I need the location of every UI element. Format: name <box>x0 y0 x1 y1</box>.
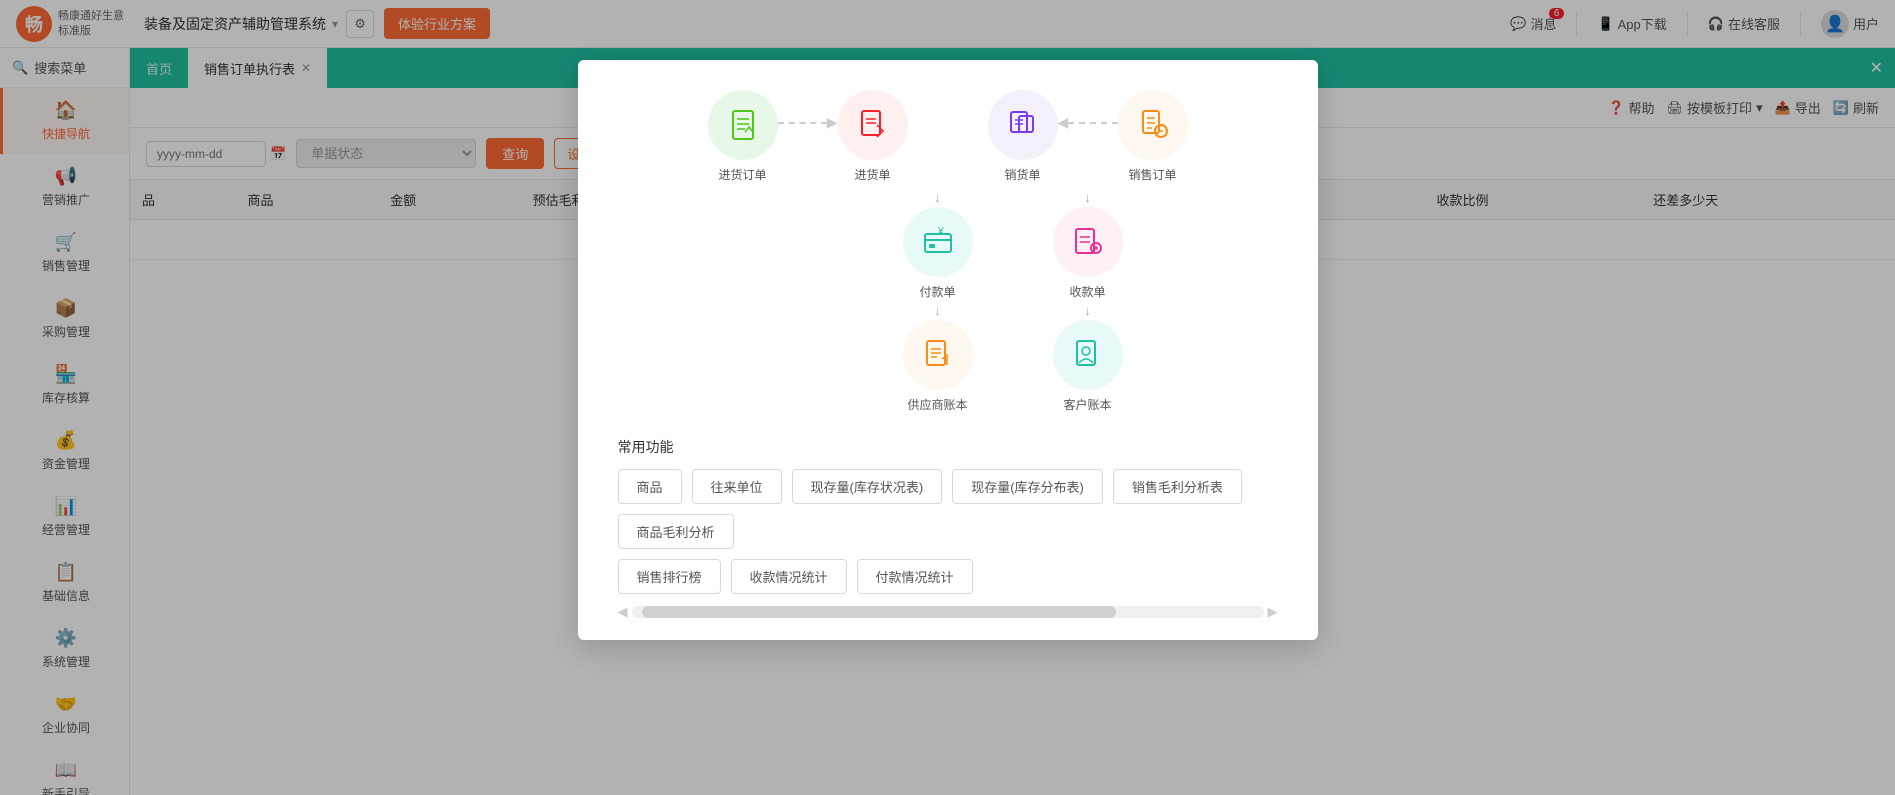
flow-node-customer-ledger[interactable]: 客户账本 <box>1053 320 1123 413</box>
common-btns-row2: 销售排行榜 收款情况统计 付款情况统计 <box>618 559 1278 594</box>
sale-order-circle <box>1118 90 1188 160</box>
purchase-order-label: 进货订单 <box>718 166 766 183</box>
scroll-left-icon[interactable]: ◀ <box>618 604 628 620</box>
payment-label: 付款单 <box>919 283 955 300</box>
btn-product[interactable]: 商品 <box>618 469 682 504</box>
flow-node-purchase-order[interactable]: 进货订单 <box>708 90 778 183</box>
modal-scrollbar-area: ◀ ▶ <box>618 604 1278 620</box>
flow-node-supplier-ledger[interactable]: 供应商账本 <box>903 320 973 413</box>
modal-dialog: 进货订单 ▶ 进货单 <box>578 60 1318 640</box>
purchase-order-circle <box>708 90 778 160</box>
purchase-bill-label: 进货单 <box>854 166 890 183</box>
flow-node-receipt[interactable]: 收款单 <box>1053 207 1123 300</box>
arrow-down-payment: ↓ <box>934 187 941 207</box>
arrow-sale-order-to-bill: ◀ <box>1058 114 1118 131</box>
receipt-circle <box>1053 207 1123 277</box>
sale-bill-circle <box>988 90 1058 160</box>
modal-overlay[interactable]: 进货订单 ▶ 进货单 <box>0 0 1895 795</box>
customer-ledger-label: 客户账本 <box>1063 396 1111 413</box>
flow-diagram: 进货订单 ▶ 进货单 <box>618 90 1278 413</box>
btn-sales-profit[interactable]: 销售毛利分析表 <box>1113 469 1242 504</box>
flow-node-sale-bill[interactable]: 销货单 <box>988 90 1058 183</box>
sale-bill-label: 销货单 <box>1004 166 1040 183</box>
flow-node-purchase-bill[interactable]: 进货单 <box>838 90 908 183</box>
modal-scrollbar[interactable] <box>632 606 1264 618</box>
receipt-label: 收款单 <box>1069 283 1105 300</box>
btn-inventory-status[interactable]: 现存量(库存状况表) <box>792 469 943 504</box>
payment-circle: ¥ <box>903 207 973 277</box>
spacer1 <box>773 187 843 413</box>
arrow-purchase-to-bill: ▶ <box>778 114 838 131</box>
purchase-bill-circle <box>838 90 908 160</box>
arrow-down-receipt: ↓ <box>1084 187 1091 207</box>
common-functions-section: 常用功能 商品 往来单位 现存量(库存状况表) 现存量(库存分布表) 销售毛利分… <box>618 437 1278 594</box>
scroll-right-icon[interactable]: ▶ <box>1268 604 1278 620</box>
btn-receipt-stats[interactable]: 收款情况统计 <box>731 559 847 594</box>
btn-product-profit[interactable]: 商品毛利分析 <box>618 514 734 549</box>
customer-ledger-circle <box>1053 320 1123 390</box>
flow-col-receipt: ↓ 收款单 ↓ 客户账本 <box>1053 187 1123 413</box>
modal-scrollbar-thumb <box>642 606 1116 618</box>
arrow-down-supplier: ↓ <box>934 300 941 320</box>
flow-node-payment[interactable]: ¥ 付款单 <box>903 207 973 300</box>
sale-order-label: 销售订单 <box>1128 166 1176 183</box>
flow-spacer2 <box>973 187 1053 413</box>
supplier-ledger-circle <box>903 320 973 390</box>
btn-contacts[interactable]: 往来单位 <box>692 469 782 504</box>
svg-text:¥: ¥ <box>937 226 944 237</box>
btn-sales-ranking[interactable]: 销售排行榜 <box>618 559 721 594</box>
flow-col-payment: ↓ ¥ 付款单 ↓ 供应商账本 <box>903 187 973 413</box>
arrow-down-customer: ↓ <box>1084 300 1091 320</box>
btn-inventory-dist[interactable]: 现存量(库存分布表) <box>952 469 1103 504</box>
btn-payment-stats[interactable]: 付款情况统计 <box>857 559 973 594</box>
common-functions-title: 常用功能 <box>618 437 1278 457</box>
supplier-ledger-label: 供应商账本 <box>907 396 967 413</box>
common-btns-row1: 商品 往来单位 现存量(库存状况表) 现存量(库存分布表) 销售毛利分析表 商品… <box>618 469 1278 549</box>
flow-node-sale-order[interactable]: 销售订单 <box>1118 90 1188 183</box>
